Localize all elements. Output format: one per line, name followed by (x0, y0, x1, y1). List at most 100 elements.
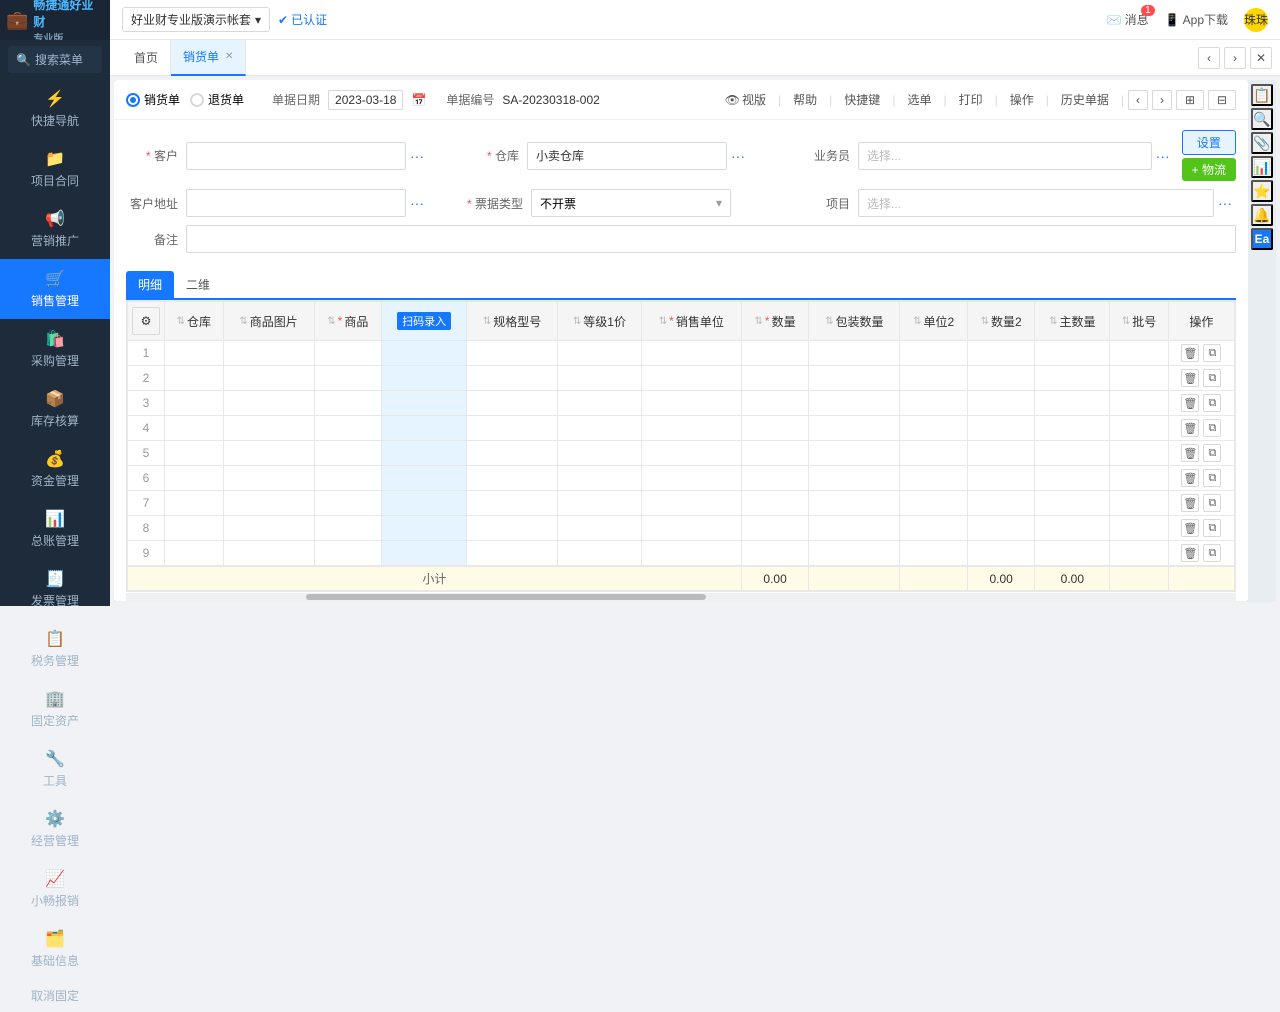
radio-sales-order[interactable]: 销货单 (126, 91, 180, 108)
address-picker-button[interactable]: ··· (406, 195, 428, 211)
row-scan[interactable] (382, 466, 467, 491)
row-batch[interactable] (1110, 516, 1169, 541)
row-delete-button[interactable]: 🗑 (1181, 494, 1199, 512)
row-product[interactable] (314, 366, 382, 391)
row-qty2[interactable] (967, 391, 1035, 416)
row-scan[interactable] (382, 441, 467, 466)
row-qty[interactable] (741, 366, 809, 391)
tab-close-button[interactable]: ✕ (1250, 47, 1272, 69)
row-price-level[interactable] (558, 516, 642, 541)
row-price-level[interactable] (558, 441, 642, 466)
app-download-button[interactable]: 📱 App下载 (1165, 11, 1228, 28)
row-qty[interactable] (741, 541, 809, 567)
row-image[interactable] (223, 541, 314, 567)
col-settings-icon[interactable]: ⚙ (132, 307, 160, 335)
row-price-level[interactable] (558, 491, 642, 516)
row-pack-qty[interactable] (809, 416, 900, 441)
row-spec[interactable] (467, 416, 558, 441)
tab-2d[interactable]: 二维 (174, 271, 222, 298)
row-image[interactable] (223, 391, 314, 416)
right-panel-btn-3[interactable]: 📎 (1251, 132, 1273, 154)
row-unit[interactable] (641, 391, 741, 416)
row-spec[interactable] (467, 341, 558, 366)
row-product[interactable] (314, 541, 382, 567)
warehouse-picker-button[interactable]: ··· (727, 148, 749, 164)
row-scan[interactable] (382, 416, 467, 441)
row-batch[interactable] (1110, 541, 1169, 567)
row-delete-button[interactable]: 🗑 (1181, 419, 1199, 437)
row-unit2[interactable] (900, 416, 968, 441)
row-scan[interactable] (382, 516, 467, 541)
row-delete-button[interactable]: 🗑 (1181, 394, 1199, 412)
tab-close-icon[interactable]: ✕ (225, 51, 233, 62)
row-delete-button[interactable]: 🗑 (1181, 469, 1199, 487)
sidebar-item-accounts[interactable]: 📊 总账管理 (0, 499, 110, 559)
tab-sales-order[interactable]: 销货单 ✕ (171, 40, 246, 76)
salesperson-input[interactable]: 选择... (858, 142, 1152, 170)
row-image[interactable] (223, 466, 314, 491)
select-button[interactable]: 选单 (899, 88, 939, 111)
expand-button[interactable]: ⊞ (1176, 90, 1204, 110)
row-image[interactable] (223, 516, 314, 541)
row-product[interactable] (314, 341, 382, 366)
row-pack-qty[interactable] (809, 541, 900, 567)
row-delete-button[interactable]: 🗑 (1181, 344, 1199, 362)
row-scan[interactable] (382, 491, 467, 516)
row-unit[interactable] (641, 366, 741, 391)
row-copy-button[interactable]: ⧉ (1203, 344, 1221, 362)
sidebar-item-base[interactable]: 🗂️ 基础信息 (0, 919, 110, 979)
sidebar-item-tools[interactable]: 🔧 工具 (0, 739, 110, 799)
row-image[interactable] (223, 341, 314, 366)
row-product[interactable] (314, 391, 382, 416)
row-warehouse[interactable] (165, 391, 224, 416)
right-panel-btn-4[interactable]: 📊 (1251, 156, 1273, 178)
row-main-qty[interactable] (1035, 491, 1110, 516)
row-main-qty[interactable] (1035, 366, 1110, 391)
row-spec[interactable] (467, 491, 558, 516)
salesperson-picker-button[interactable]: ··· (1152, 148, 1174, 164)
row-price-level[interactable] (558, 416, 642, 441)
shortcut-button[interactable]: 快捷键 (836, 88, 888, 111)
right-panel-btn-2[interactable]: 🔍 (1251, 108, 1273, 130)
view-version-button[interactable]: 👁 视版 (717, 88, 774, 111)
row-main-qty[interactable] (1035, 516, 1110, 541)
row-copy-button[interactable]: ⧉ (1203, 519, 1221, 537)
row-main-qty[interactable] (1035, 391, 1110, 416)
sidebar-item-cancel-fixed[interactable]: 取消固定 (0, 979, 110, 1012)
scrollbar-thumb[interactable] (306, 594, 706, 600)
sidebar-item-inventory[interactable]: 📦 库存核算 (0, 379, 110, 439)
row-batch[interactable] (1110, 366, 1169, 391)
project-input[interactable]: 选择... (858, 189, 1214, 217)
row-price-level[interactable] (558, 466, 642, 491)
sidebar-item-projects[interactable]: 📁 项目合同 (0, 139, 110, 199)
row-scan[interactable] (382, 366, 467, 391)
row-product[interactable] (314, 466, 382, 491)
row-unit[interactable] (641, 341, 741, 366)
row-price-level[interactable] (558, 366, 642, 391)
customer-picker-button[interactable]: ··· (406, 148, 428, 164)
sidebar-item-ops[interactable]: ⚙️ 经营管理 (0, 799, 110, 859)
row-warehouse[interactable] (165, 341, 224, 366)
row-batch[interactable] (1110, 466, 1169, 491)
row-unit2[interactable] (900, 516, 968, 541)
row-unit2[interactable] (900, 541, 968, 567)
row-copy-button[interactable]: ⧉ (1203, 469, 1221, 487)
row-qty2[interactable] (967, 416, 1035, 441)
col-gear[interactable]: ⚙ (128, 302, 165, 341)
row-spec[interactable] (467, 541, 558, 567)
sidebar-item-funds[interactable]: 💰 资金管理 (0, 439, 110, 499)
row-qty2[interactable] (967, 516, 1035, 541)
row-unit2[interactable] (900, 366, 968, 391)
radio-return-order[interactable]: 退货单 (190, 91, 244, 108)
warehouse-input[interactable]: 小卖仓库 (527, 142, 727, 170)
row-pack-qty[interactable] (809, 366, 900, 391)
row-main-qty[interactable] (1035, 416, 1110, 441)
setup-button[interactable]: 设置 (1182, 130, 1236, 155)
search-menu-button[interactable]: 🔍 消息 搜索菜单 (8, 46, 102, 73)
sidebar-item-purchase[interactable]: 🛍️ 采购管理 (0, 319, 110, 379)
row-qty2[interactable] (967, 466, 1035, 491)
row-image[interactable] (223, 416, 314, 441)
tab-next-button[interactable]: › (1224, 47, 1246, 69)
date-value[interactable]: 2023-03-18 (328, 90, 403, 110)
row-main-qty[interactable] (1035, 341, 1110, 366)
